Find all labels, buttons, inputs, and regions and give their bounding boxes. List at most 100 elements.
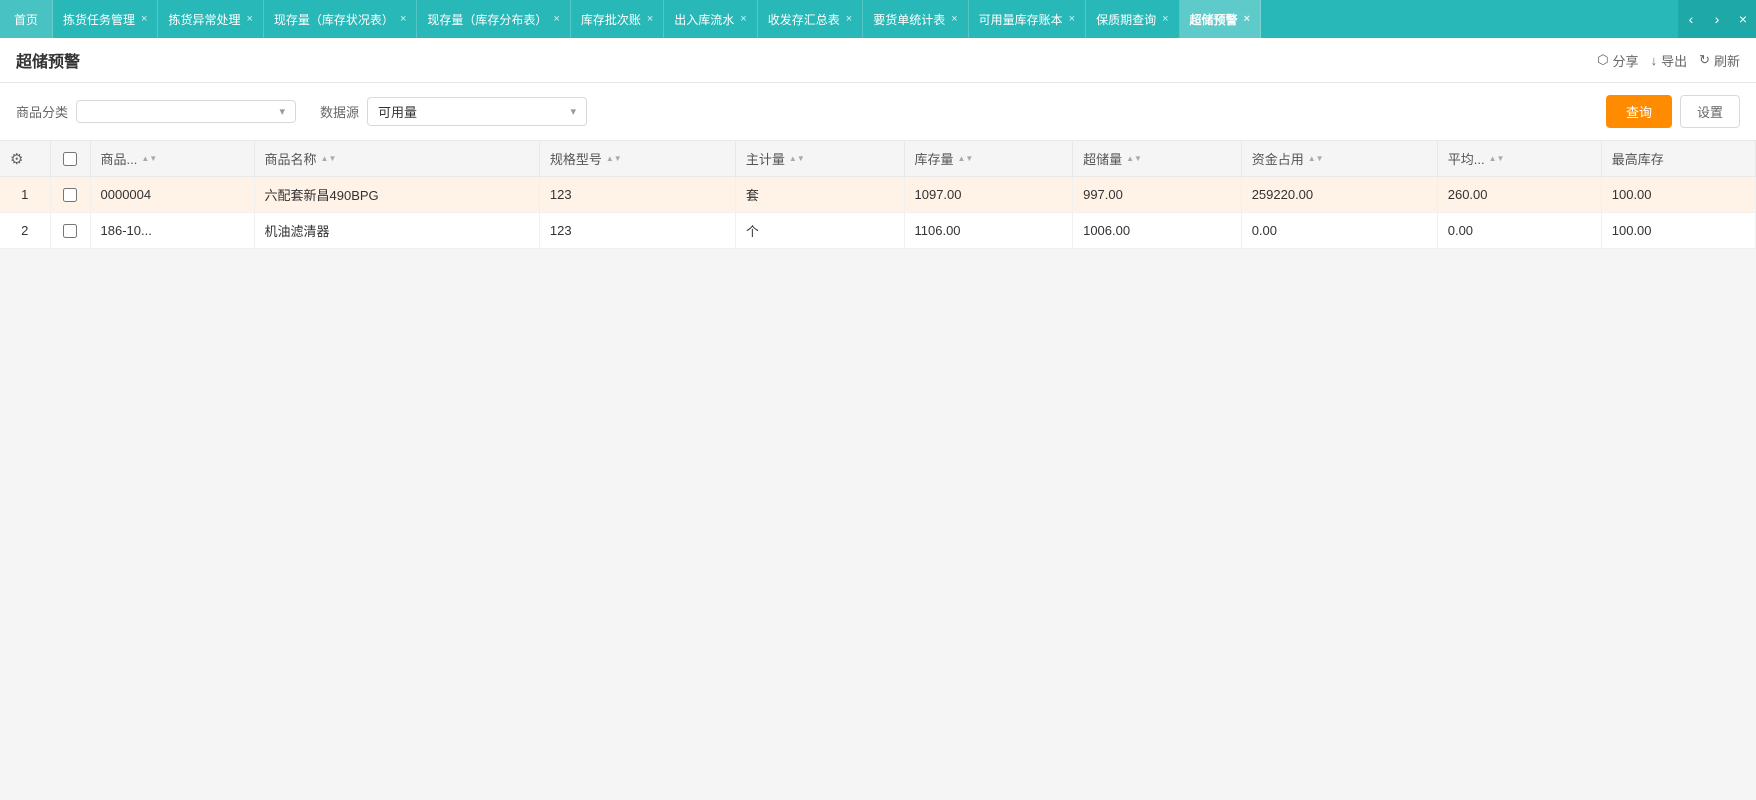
row-checkbox[interactable] [63, 188, 77, 202]
stock-qty: 1097.00 [904, 177, 1073, 213]
export-button[interactable]: ↓ 导出 [1651, 51, 1688, 70]
overstock-qty: 997.00 [1073, 177, 1242, 213]
chevron-down-icon: ▾ [279, 105, 285, 118]
top-nav: 首页 拣货任务管理 × 拣货异常处理 × 现存量（库存状况表） × 现存量（库存… [0, 0, 1756, 38]
close-icon[interactable]: × [647, 13, 653, 25]
col-label: 规格型号 [550, 149, 602, 168]
col-header-overstock[interactable]: 超储量 ▲▼ [1073, 141, 1242, 177]
col-header-spec[interactable]: 规格型号 ▲▼ [539, 141, 735, 177]
nav-tabs: 首页 拣货任务管理 × 拣货异常处理 × 现存量（库存状况表） × 现存量（库存… [0, 0, 1678, 38]
nav-arrows: ‹ › × [1678, 0, 1756, 38]
capital-occupied: 259220.00 [1241, 177, 1437, 213]
settings-button[interactable]: 设置 [1680, 95, 1740, 128]
col-header-stock[interactable]: 库存量 ▲▼ [904, 141, 1073, 177]
product-spec: 123 [539, 177, 735, 213]
datasource-filter: 数据源 可用量 ▾ [320, 97, 587, 126]
col-label: 平均... [1448, 149, 1485, 168]
nav-tab-task-mgmt[interactable]: 拣货任务管理 × [53, 0, 158, 38]
nav-tab-recv-send[interactable]: 收发存汇总表 × [758, 0, 863, 38]
select-all-checkbox[interactable] [63, 152, 77, 166]
row-checkbox[interactable] [63, 224, 77, 238]
refresh-label: 刷新 [1714, 51, 1740, 70]
query-button[interactable]: 查询 [1606, 95, 1672, 128]
header-actions: ⬡ 分享 ↓ 导出 ↻ 刷新 [1597, 51, 1740, 70]
product-name: 六配套新昌490BPG [254, 177, 539, 213]
nav-close-button[interactable]: × [1730, 0, 1756, 38]
nav-tab-quality[interactable]: 保质期查询 × [1086, 0, 1179, 38]
close-icon[interactable]: × [400, 13, 406, 25]
close-icon[interactable]: × [1162, 13, 1168, 25]
col-label: 最高库存 [1612, 149, 1664, 168]
close-icon[interactable]: × [141, 13, 147, 25]
close-icon[interactable]: × [1069, 13, 1075, 25]
nav-tab-batch[interactable]: 库存批次账 × [571, 0, 664, 38]
tab-label: 出入库流水 [674, 11, 734, 28]
col-header-max-stock[interactable]: 最高库存 [1601, 141, 1755, 177]
export-label: 导出 [1661, 51, 1687, 70]
col-label: 超储量 [1083, 149, 1122, 168]
product-spec: 123 [539, 213, 735, 249]
close-icon[interactable]: × [246, 13, 252, 25]
row-index: 2 [0, 213, 50, 249]
close-icon[interactable]: × [846, 13, 852, 25]
col-header-avg[interactable]: 平均... ▲▼ [1437, 141, 1601, 177]
sort-icon: ▲▼ [1489, 154, 1505, 163]
col-header-product-code[interactable]: 商品... ▲▼ [90, 141, 254, 177]
category-filter: 商品分类 ▾ [16, 100, 296, 123]
col-header-unit[interactable]: 主计量 ▲▼ [735, 141, 904, 177]
nav-next-button[interactable]: › [1704, 0, 1730, 38]
row-checkbox-cell[interactable] [50, 177, 90, 213]
table-row: 1 0000004 六配套新昌490BPG 123 套 1097.00 997.… [0, 177, 1756, 213]
close-icon[interactable]: × [1244, 13, 1250, 25]
category-label: 商品分类 [16, 102, 68, 121]
nav-tab-inventory-dist[interactable]: 现存量（库存分布表） × [417, 0, 570, 38]
home-tab-label: 首页 [14, 11, 38, 28]
row-checkbox-cell[interactable] [50, 213, 90, 249]
col-label: 库存量 [915, 149, 954, 168]
avg-value: 260.00 [1437, 177, 1601, 213]
max-stock: 100.00 [1601, 177, 1755, 213]
overstock-qty: 1006.00 [1073, 213, 1242, 249]
nav-tab-home[interactable]: 首页 [0, 0, 53, 38]
sort-icon: ▲▼ [321, 154, 337, 163]
col-header-settings[interactable]: ⚙ [0, 141, 50, 177]
close-icon[interactable]: × [951, 13, 957, 25]
tab-label: 保质期查询 [1096, 11, 1156, 28]
close-icon[interactable]: × [740, 13, 746, 25]
nav-tab-abnormal[interactable]: 拣货异常处理 × [158, 0, 263, 38]
datasource-select[interactable]: 可用量 ▾ [367, 97, 587, 126]
col-header-capital[interactable]: 资金占用 ▲▼ [1241, 141, 1437, 177]
nav-tab-avail-acct[interactable]: 可用量库存账本 × [969, 0, 1086, 38]
sort-icon: ▲▼ [606, 154, 622, 163]
nav-tab-inventory-status[interactable]: 现存量（库存状况表） × [264, 0, 417, 38]
datasource-select-value: 可用量 [378, 102, 566, 121]
sort-icon: ▲▼ [141, 154, 157, 163]
col-header-product-name[interactable]: 商品名称 ▲▼ [254, 141, 539, 177]
nav-tab-order-stat[interactable]: 要货单统计表 × [863, 0, 968, 38]
col-header-check[interactable] [50, 141, 90, 177]
refresh-button[interactable]: ↻ 刷新 [1699, 51, 1740, 70]
category-select[interactable]: ▾ [76, 100, 296, 123]
tab-label: 现存量（库存分布表） [427, 11, 547, 28]
share-button[interactable]: ⬡ 分享 [1597, 51, 1638, 70]
filter-bar: 商品分类 ▾ 数据源 可用量 ▾ 查询 设置 [0, 83, 1756, 141]
product-unit: 个 [735, 213, 904, 249]
tab-label: 要货单统计表 [873, 11, 945, 28]
nav-tab-overstock[interactable]: 超储预警 × [1180, 0, 1261, 38]
nav-tab-inout-flow[interactable]: 出入库流水 × [664, 0, 757, 38]
share-label: 分享 [1613, 51, 1639, 70]
tab-label: 可用量库存账本 [979, 11, 1063, 28]
tab-label: 拣货异常处理 [168, 11, 240, 28]
refresh-icon: ↻ [1699, 52, 1710, 68]
nav-prev-button[interactable]: ‹ [1678, 0, 1704, 38]
filter-actions: 查询 设置 [1606, 95, 1740, 128]
data-table: ⚙ 商品... ▲▼ 商品名称 ▲▼ [0, 141, 1756, 249]
page-header: 超储预警 ⬡ 分享 ↓ 导出 ↻ 刷新 [0, 38, 1756, 83]
avg-value: 0.00 [1437, 213, 1601, 249]
sort-icon: ▲▼ [958, 154, 974, 163]
datasource-label: 数据源 [320, 102, 359, 121]
sort-icon: ▲▼ [789, 154, 805, 163]
product-name: 机油滤清器 [254, 213, 539, 249]
row-index: 1 [0, 177, 50, 213]
close-icon[interactable]: × [553, 13, 559, 25]
